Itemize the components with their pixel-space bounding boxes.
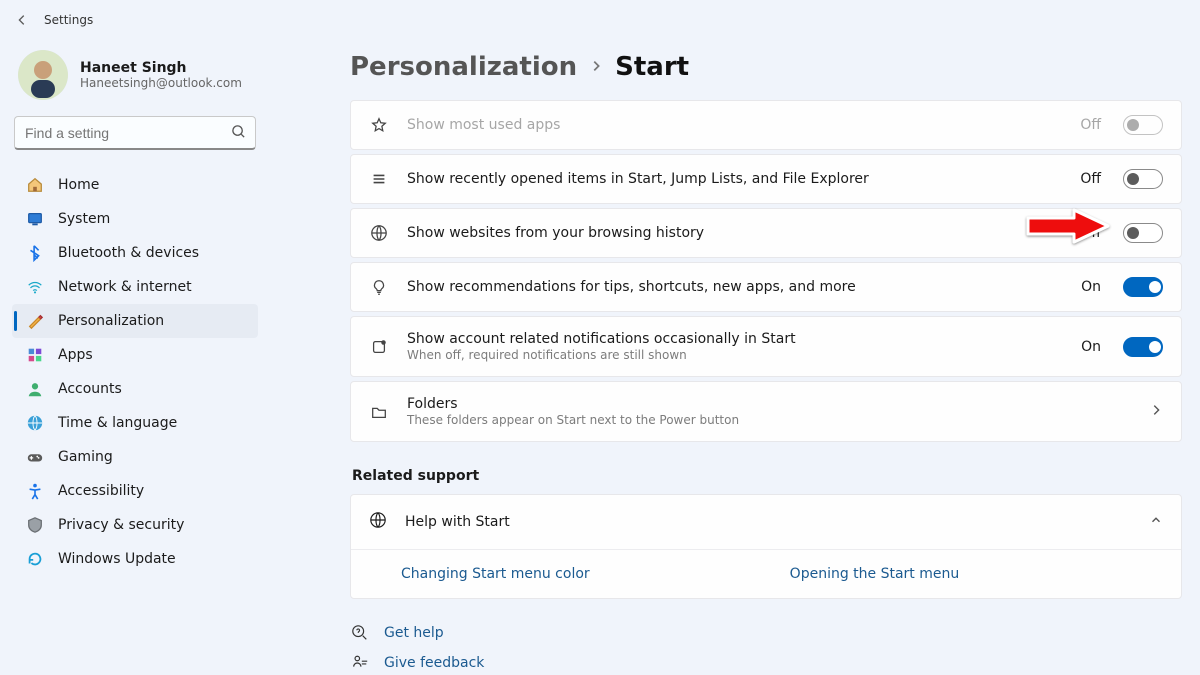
sidebar-item-time-language[interactable]: Time & language <box>12 406 258 440</box>
setting-subtitle: These folders appear on Start next to th… <box>407 413 1131 427</box>
related-support-heading: Related support <box>352 468 1182 484</box>
sidebar-item-label: Time & language <box>58 415 177 431</box>
globe-icon <box>369 223 389 243</box>
setting-row[interactable]: Folders These folders appear on Start ne… <box>350 381 1182 442</box>
search-icon <box>231 124 246 143</box>
sidebar-item-apps[interactable]: Apps <box>12 338 258 372</box>
toggle-switch <box>1123 115 1163 135</box>
sidebar-item-label: Windows Update <box>58 551 176 567</box>
get-help-link[interactable]: Get help <box>384 625 444 641</box>
sidebar-item-home[interactable]: Home <box>12 168 258 202</box>
sidebar-item-accessibility[interactable]: Accessibility <box>12 474 258 508</box>
give-feedback-link[interactable]: Give feedback <box>384 655 484 671</box>
help-icon <box>350 623 370 643</box>
setting-row: Show recommendations for tips, shortcuts… <box>350 262 1182 312</box>
apps-icon <box>26 346 44 364</box>
breadcrumb-prev[interactable]: Personalization <box>350 52 577 82</box>
bluetooth-icon <box>26 244 44 262</box>
star-icon <box>369 115 389 135</box>
breadcrumb: Personalization Start <box>350 52 1182 82</box>
sidebar-item-label: Privacy & security <box>58 517 184 533</box>
sidebar-item-label: System <box>58 211 110 227</box>
sidebar-item-label: Network & internet <box>58 279 192 295</box>
app-title: Settings <box>44 13 93 27</box>
accounts-icon <box>26 380 44 398</box>
toggle-state-label: Off <box>1080 225 1101 241</box>
setting-title: Show most used apps <box>407 117 1062 133</box>
list-icon <box>369 169 389 189</box>
toggle-switch[interactable] <box>1123 277 1163 297</box>
folder-icon <box>369 402 389 422</box>
sidebar-item-windows-update[interactable]: Windows Update <box>12 542 258 576</box>
chevron-right-icon <box>589 57 603 78</box>
sidebar-item-gaming[interactable]: Gaming <box>12 440 258 474</box>
network-icon <box>26 278 44 296</box>
setting-title: Show recommendations for tips, shortcuts… <box>407 279 1063 295</box>
chevron-up-icon[interactable] <box>1149 513 1163 531</box>
sidebar-item-label: Home <box>58 177 99 193</box>
toggle-state-label: On <box>1081 339 1101 355</box>
gaming-icon <box>26 448 44 466</box>
toggle-switch[interactable] <box>1123 337 1163 357</box>
profile-email: Haneetsingh@outlook.com <box>80 76 242 90</box>
avatar <box>18 50 68 100</box>
setting-title: Show recently opened items in Start, Jum… <box>407 171 1062 187</box>
setting-title: Show account related notifications occas… <box>407 331 1063 347</box>
setting-title: Folders <box>407 396 1131 412</box>
toggle-state-label: Off <box>1080 171 1101 187</box>
sidebar-item-accounts[interactable]: Accounts <box>12 372 258 406</box>
system-icon <box>26 210 44 228</box>
toggle-state-label: Off <box>1080 117 1101 133</box>
globe-icon <box>369 511 387 533</box>
time-language-icon <box>26 414 44 432</box>
sidebar-item-label: Bluetooth & devices <box>58 245 199 261</box>
sidebar-item-personalization[interactable]: Personalization <box>12 304 258 338</box>
setting-row: Show websites from your browsing history… <box>350 208 1182 258</box>
chevron-right-icon <box>1149 403 1163 421</box>
toggle-switch[interactable] <box>1123 223 1163 243</box>
help-with-start-title: Help with Start <box>405 514 1131 530</box>
toggle-switch[interactable] <box>1123 169 1163 189</box>
update-icon <box>26 550 44 568</box>
sidebar-item-label: Personalization <box>58 313 164 329</box>
sidebar-item-label: Accounts <box>58 381 122 397</box>
sidebar-item-system[interactable]: System <box>12 202 258 236</box>
link-changing-start-color[interactable]: Changing Start menu color <box>401 566 590 582</box>
setting-title: Show websites from your browsing history <box>407 225 1062 241</box>
toggle-state-label: On <box>1081 279 1101 295</box>
setting-row: Show recently opened items in Start, Jum… <box>350 154 1182 204</box>
sidebar-item-label: Gaming <box>58 449 113 465</box>
profile-block[interactable]: Haneet Singh Haneetsingh@outlook.com <box>12 46 258 116</box>
sidebar-item-label: Accessibility <box>58 483 144 499</box>
square-badge-icon <box>369 337 389 357</box>
privacy-icon <box>26 516 44 534</box>
home-icon <box>26 176 44 194</box>
sidebar-item-label: Apps <box>58 347 93 363</box>
sidebar-item-bluetooth-devices[interactable]: Bluetooth & devices <box>12 236 258 270</box>
feedback-icon <box>350 653 370 673</box>
search-input[interactable] <box>14 116 256 150</box>
setting-subtitle: When off, required notifications are sti… <box>407 348 1063 362</box>
setting-row: Show account related notifications occas… <box>350 316 1182 377</box>
accessibility-icon <box>26 482 44 500</box>
help-with-start-card: Help with Start Changing Start menu colo… <box>350 494 1182 599</box>
breadcrumb-current: Start <box>615 52 689 82</box>
profile-name: Haneet Singh <box>80 60 242 76</box>
setting-row: Show most used apps Off <box>350 100 1182 150</box>
personalization-icon <box>26 312 44 330</box>
bulb-icon <box>369 277 389 297</box>
back-button[interactable] <box>14 12 30 28</box>
sidebar-item-network-internet[interactable]: Network & internet <box>12 270 258 304</box>
sidebar-nav: Home System Bluetooth & devices Network … <box>12 168 258 576</box>
sidebar-item-privacy-security[interactable]: Privacy & security <box>12 508 258 542</box>
link-opening-start-menu[interactable]: Opening the Start menu <box>790 566 960 582</box>
